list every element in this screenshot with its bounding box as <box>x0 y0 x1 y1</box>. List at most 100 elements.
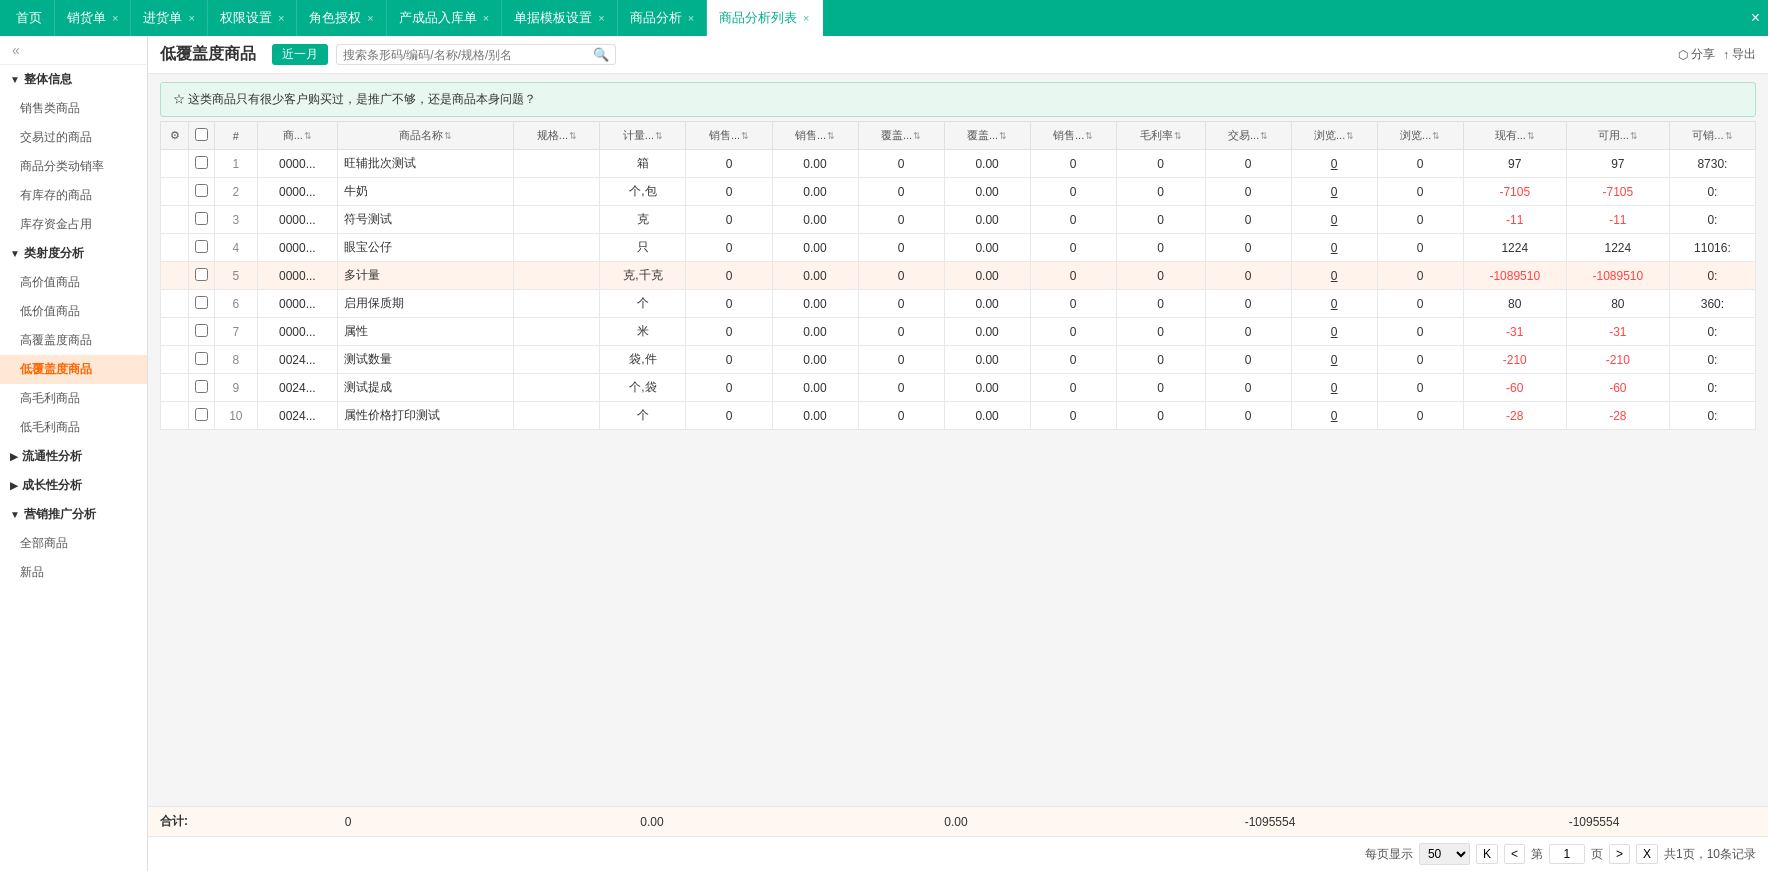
nav-tab-product-entry[interactable]: 产成品入库单 × <box>387 0 502 36</box>
column-name[interactable]: 商品名称⇅ <box>338 122 514 150</box>
sidebar-item-high-coverage[interactable]: 高覆盖度商品 <box>0 326 147 355</box>
column-coverage1[interactable]: 覆盖...⇅ <box>858 122 944 150</box>
close-icon[interactable]: × <box>367 12 373 24</box>
cell-name[interactable]: 属性 <box>338 318 514 346</box>
nav-tab-perms[interactable]: 权限设置 × <box>208 0 297 36</box>
cell-name[interactable]: 眼宝公仔 <box>338 234 514 262</box>
sidebar-item-high-value[interactable]: 高价值商品 <box>0 268 147 297</box>
sidebar-item-low-margin[interactable]: 低毛利商品 <box>0 413 147 442</box>
table-row[interactable]: 7 0000... 属性 米 0 0.00 0 0.00 0 0 0 0 0 -… <box>161 318 1756 346</box>
cell-name[interactable]: 测试数量 <box>338 346 514 374</box>
cell-b1[interactable]: 0 <box>1291 262 1377 290</box>
nav-tab-sales[interactable]: 销货单 × <box>55 0 131 36</box>
nav-tab-roles[interactable]: 角色授权 × <box>297 0 386 36</box>
sidebar-item-sales-goods[interactable]: 销售类商品 <box>0 94 147 123</box>
cell-checkbox[interactable] <box>189 234 215 262</box>
prev-page-button[interactable]: < <box>1504 844 1525 864</box>
column-browse1[interactable]: 浏览...⇅ <box>1291 122 1377 150</box>
search-input[interactable] <box>343 48 593 62</box>
table-row[interactable]: 8 0024... 测试数量 袋,件 0 0.00 0 0.00 0 0 0 0… <box>161 346 1756 374</box>
close-icon[interactable]: × <box>112 12 118 24</box>
close-icon[interactable]: × <box>598 12 604 24</box>
sidebar-item-low-coverage[interactable]: 低覆盖度商品 <box>0 355 147 384</box>
cell-name[interactable]: 多计量 <box>338 262 514 290</box>
cell-b1[interactable]: 0 <box>1291 402 1377 430</box>
cell-b1[interactable]: 0 <box>1291 150 1377 178</box>
column-code[interactable]: 商...⇅ <box>257 122 337 150</box>
table-row[interactable]: 3 0000... 符号测试 克 0 0.00 0 0.00 0 0 0 0 0… <box>161 206 1756 234</box>
table-row[interactable]: 4 0000... 眼宝公仔 只 0 0.00 0 0.00 0 0 0 0 0… <box>161 234 1756 262</box>
nav-tab-purchase[interactable]: 进货单 × <box>131 0 207 36</box>
table-row[interactable]: 2 0000... 牛奶 个,包 0 0.00 0 0.00 0 0 0 0 0… <box>161 178 1756 206</box>
cell-checkbox[interactable] <box>189 374 215 402</box>
column-browse2[interactable]: 浏览...⇅ <box>1377 122 1463 150</box>
sidebar-item-traded-goods[interactable]: 交易过的商品 <box>0 123 147 152</box>
sidebar-collapse-button[interactable]: « <box>8 42 24 58</box>
cell-checkbox[interactable] <box>189 206 215 234</box>
sidebar-item-category-rate[interactable]: 商品分类动销率 <box>0 152 147 181</box>
cell-name[interactable]: 旺辅批次测试 <box>338 150 514 178</box>
column-sales-amt[interactable]: 销售...⇅ <box>772 122 858 150</box>
cell-name[interactable]: 符号测试 <box>338 206 514 234</box>
first-page-button[interactable]: K <box>1476 844 1498 864</box>
close-icon[interactable]: × <box>188 12 194 24</box>
cell-checkbox[interactable] <box>189 290 215 318</box>
cell-checkbox[interactable] <box>189 178 215 206</box>
table-row[interactable]: 10 0024... 属性价格打印测试 个 0 0.00 0 0.00 0 0 … <box>161 402 1756 430</box>
sidebar-section-circulation[interactable]: ▶ 流通性分析 <box>0 442 147 471</box>
cell-b1[interactable]: 0 <box>1291 234 1377 262</box>
column-available[interactable]: 可用...⇅ <box>1566 122 1669 150</box>
share-button[interactable]: ⬡ 分享 <box>1678 46 1715 63</box>
select-all-checkbox[interactable] <box>195 128 208 141</box>
nav-tab-template[interactable]: 单据模板设置 × <box>502 0 617 36</box>
close-icon[interactable]: × <box>483 12 489 24</box>
cell-checkbox[interactable] <box>189 402 215 430</box>
cell-name[interactable]: 牛奶 <box>338 178 514 206</box>
cell-checkbox[interactable] <box>189 150 215 178</box>
table-row[interactable]: 1 0000... 旺辅批次测试 箱 0 0.00 0 0.00 0 0 0 0… <box>161 150 1756 178</box>
per-page-select[interactable]: 50 20 100 200 <box>1419 843 1470 865</box>
sidebar-item-low-value[interactable]: 低价值商品 <box>0 297 147 326</box>
next-page-button[interactable]: > <box>1609 844 1630 864</box>
sidebar-item-high-margin[interactable]: 高毛利商品 <box>0 384 147 413</box>
nav-tab-home[interactable]: 首页 <box>4 0 55 36</box>
close-all-button[interactable]: × <box>1751 9 1760 27</box>
cell-b1[interactable]: 0 <box>1291 178 1377 206</box>
column-trade[interactable]: 交易...⇅ <box>1205 122 1291 150</box>
cell-checkbox[interactable] <box>189 318 215 346</box>
sidebar-section-marketing[interactable]: ▼ 营销推广分析 <box>0 500 147 529</box>
export-button[interactable]: ↑ 导出 <box>1723 46 1756 63</box>
cell-name[interactable]: 属性价格打印测试 <box>338 402 514 430</box>
last-page-button[interactable]: X <box>1636 844 1658 864</box>
column-sellable[interactable]: 可销...⇅ <box>1669 122 1755 150</box>
close-icon[interactable]: × <box>278 12 284 24</box>
column-gross[interactable]: 毛利率⇅ <box>1116 122 1205 150</box>
time-filter-button[interactable]: 近一月 <box>272 44 328 65</box>
sidebar-item-stock-capital[interactable]: 库存资金占用 <box>0 210 147 239</box>
cell-checkbox[interactable] <box>189 346 215 374</box>
nav-tab-analysis-list[interactable]: 商品分析列表 × <box>707 0 822 36</box>
sidebar-item-all-goods[interactable]: 全部商品 <box>0 529 147 558</box>
column-settings[interactable]: ⚙ <box>161 122 189 150</box>
column-current[interactable]: 现有...⇅ <box>1463 122 1566 150</box>
column-coverage2[interactable]: 覆盖...⇅ <box>944 122 1030 150</box>
column-sales-qty[interactable]: 销售...⇅ <box>686 122 772 150</box>
page-number-input[interactable] <box>1549 844 1585 864</box>
table-row[interactable]: 9 0024... 测试提成 个,袋 0 0.00 0 0.00 0 0 0 0… <box>161 374 1756 402</box>
sidebar-item-new-goods[interactable]: 新品 <box>0 558 147 587</box>
cell-name[interactable]: 启用保质期 <box>338 290 514 318</box>
cell-b1[interactable]: 0 <box>1291 374 1377 402</box>
cell-b1[interactable]: 0 <box>1291 290 1377 318</box>
table-row[interactable]: 5 0000... 多计量 克,千克 0 0.00 0 0.00 0 0 0 0… <box>161 262 1756 290</box>
nav-tab-analysis[interactable]: 商品分析 × <box>618 0 707 36</box>
sidebar-section-coverage[interactable]: ▼ 类射度分析 <box>0 239 147 268</box>
column-sales2[interactable]: 销售...⇅ <box>1030 122 1116 150</box>
close-icon[interactable]: × <box>688 12 694 24</box>
table-row[interactable]: 6 0000... 启用保质期 个 0 0.00 0 0.00 0 0 0 0 … <box>161 290 1756 318</box>
column-unit[interactable]: 计量...⇅ <box>600 122 686 150</box>
sidebar-item-in-stock[interactable]: 有库存的商品 <box>0 181 147 210</box>
sidebar-section-growth[interactable]: ▶ 成长性分析 <box>0 471 147 500</box>
sidebar-section-overall[interactable]: ▼ 整体信息 <box>0 65 147 94</box>
cell-b1[interactable]: 0 <box>1291 318 1377 346</box>
cell-b1[interactable]: 0 <box>1291 346 1377 374</box>
